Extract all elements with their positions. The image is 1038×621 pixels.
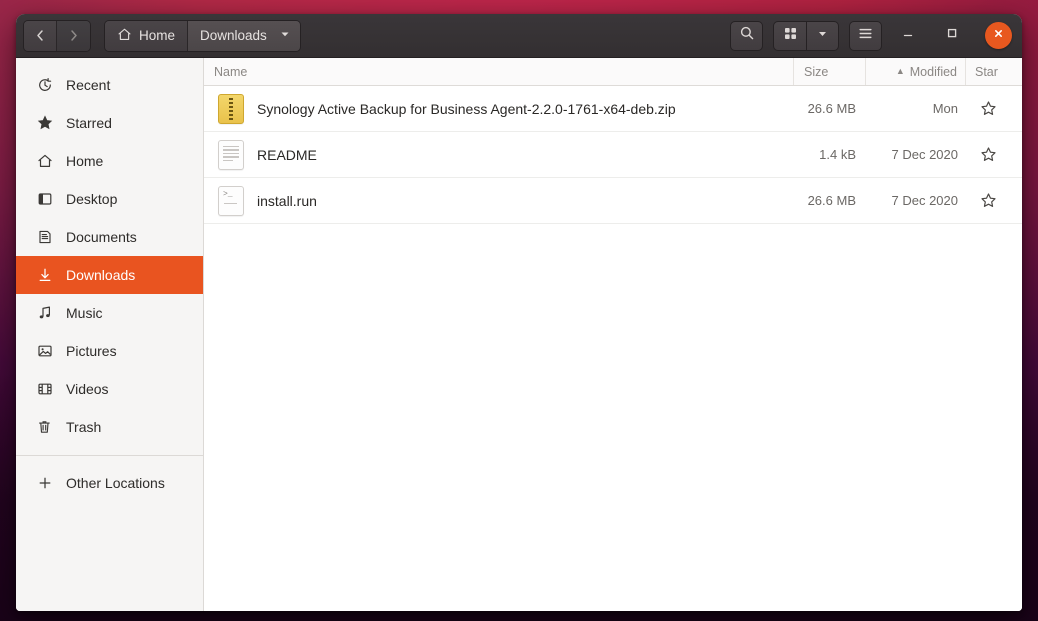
zip-archive-icon — [218, 93, 244, 124]
breadcrumb: Home Downloads — [104, 19, 301, 52]
breadcrumb-label: Home — [139, 28, 176, 43]
empty-list-area[interactable] — [204, 224, 1022, 611]
sidebar-item-label: Trash — [66, 419, 102, 435]
file-size-cell: 26.6 MB — [807, 193, 856, 208]
executable-script-icon: >_ — [218, 185, 244, 216]
search-button[interactable] — [730, 20, 763, 51]
sidebar-item-label: Pictures — [66, 343, 117, 359]
home-icon — [36, 153, 53, 169]
sidebar-item-music[interactable]: Music — [16, 294, 203, 332]
image-icon — [36, 343, 53, 359]
grid-icon — [783, 26, 798, 46]
table-row[interactable]: >_ install.run 26.6 MB 7 Dec 2020 — [204, 178, 1022, 224]
chevron-down-icon — [816, 27, 829, 45]
sidebar-item-videos[interactable]: Videos — [16, 370, 203, 408]
close-icon — [992, 27, 1005, 45]
file-name-label: Synology Active Backup for Business Agen… — [257, 100, 676, 117]
file-modified-cell: 7 Dec 2020 — [891, 147, 959, 162]
sidebar-item-label: Music — [66, 305, 103, 321]
plus-icon — [36, 475, 53, 491]
table-row[interactable]: README 1.4 kB 7 Dec 2020 — [204, 132, 1022, 178]
close-button[interactable] — [985, 22, 1012, 49]
window-body: Recent Starred Home Desktop Documents Do… — [16, 58, 1022, 611]
file-name-cell: Synology Active Backup for Business Agen… — [204, 93, 794, 124]
file-name-cell: README — [204, 139, 794, 170]
table-row[interactable]: Synology Active Backup for Business Agen… — [204, 86, 1022, 132]
grid-view-button[interactable] — [773, 20, 806, 51]
sidebar-item-trash[interactable]: Trash — [16, 408, 203, 446]
column-header-star[interactable]: Star — [966, 58, 1022, 85]
minimize-button[interactable] — [890, 21, 926, 51]
sidebar-item-label: Documents — [66, 229, 137, 245]
file-name-label: install.run — [257, 192, 317, 209]
sidebar-item-other-locations[interactable]: Other Locations — [16, 464, 203, 502]
clock-icon — [36, 77, 53, 93]
file-size-cell: 1.4 kB — [819, 147, 856, 162]
hamburger-menu-icon — [857, 25, 874, 47]
sidebar-item-recent[interactable]: Recent — [16, 66, 203, 104]
file-modified-cell: Mon — [932, 101, 958, 116]
sidebar-item-label: Other Locations — [66, 475, 165, 491]
column-header-name[interactable]: Name — [204, 58, 794, 85]
sidebar-item-label: Starred — [66, 115, 112, 131]
main-menu-button[interactable] — [849, 20, 882, 51]
star-filled-icon — [36, 115, 53, 131]
file-modified-cell: 7 Dec 2020 — [891, 193, 959, 208]
forward-button[interactable] — [57, 20, 90, 51]
sidebar-item-label: Videos — [66, 381, 109, 397]
column-header-size[interactable]: Size — [794, 58, 866, 85]
navigation-buttons — [23, 19, 91, 52]
file-name-label: README — [257, 146, 317, 163]
star-toggle[interactable] — [966, 146, 1022, 163]
maximize-button[interactable] — [934, 21, 970, 51]
star-toggle[interactable] — [966, 100, 1022, 117]
files-window: Home Downloads Recent Starred Home Deskt… — [16, 14, 1022, 611]
home-icon — [117, 27, 132, 45]
breadcrumb-item-downloads[interactable]: Downloads — [188, 20, 300, 51]
breadcrumb-label: Downloads — [200, 28, 267, 43]
window-headerbar: Home Downloads — [16, 14, 1022, 58]
view-options-button[interactable] — [806, 20, 839, 51]
file-name-cell: >_ install.run — [204, 185, 794, 216]
sidebar-separator — [16, 455, 203, 456]
sidebar-item-desktop[interactable]: Desktop — [16, 180, 203, 218]
search-icon — [739, 25, 755, 46]
sidebar-item-pictures[interactable]: Pictures — [16, 332, 203, 370]
minimize-icon — [901, 26, 915, 45]
sort-ascending-icon: ▲ — [895, 66, 905, 76]
file-list-pane: Name Size ▲ Modified Star Synology Activ… — [204, 58, 1022, 611]
sidebar-item-label: Desktop — [66, 191, 118, 207]
download-arrow-icon — [36, 267, 53, 283]
trash-icon — [36, 419, 53, 435]
maximize-icon — [945, 26, 959, 45]
music-note-icon — [36, 305, 53, 321]
back-button[interactable] — [24, 20, 57, 51]
sidebar-item-downloads[interactable]: Downloads — [16, 256, 203, 294]
breadcrumb-item-home[interactable]: Home — [105, 20, 189, 51]
sidebar-item-starred[interactable]: Starred — [16, 104, 203, 142]
file-size-cell: 26.6 MB — [807, 101, 856, 116]
desktop-icon — [36, 191, 53, 207]
sidebar-item-home[interactable]: Home — [16, 142, 203, 180]
sidebar: Recent Starred Home Desktop Documents Do… — [16, 58, 204, 611]
sidebar-item-documents[interactable]: Documents — [16, 218, 203, 256]
column-header-modified[interactable]: ▲ Modified — [866, 58, 966, 85]
star-toggle[interactable] — [966, 192, 1022, 209]
view-controls — [773, 20, 839, 51]
document-icon — [36, 229, 53, 245]
sidebar-item-label: Downloads — [66, 267, 136, 283]
text-document-icon — [218, 139, 244, 170]
sidebar-item-label: Home — [66, 153, 104, 169]
column-headers: Name Size ▲ Modified Star — [204, 58, 1022, 86]
sidebar-item-label: Recent — [66, 77, 111, 93]
chevron-down-icon[interactable] — [279, 28, 291, 43]
film-icon — [36, 381, 53, 397]
